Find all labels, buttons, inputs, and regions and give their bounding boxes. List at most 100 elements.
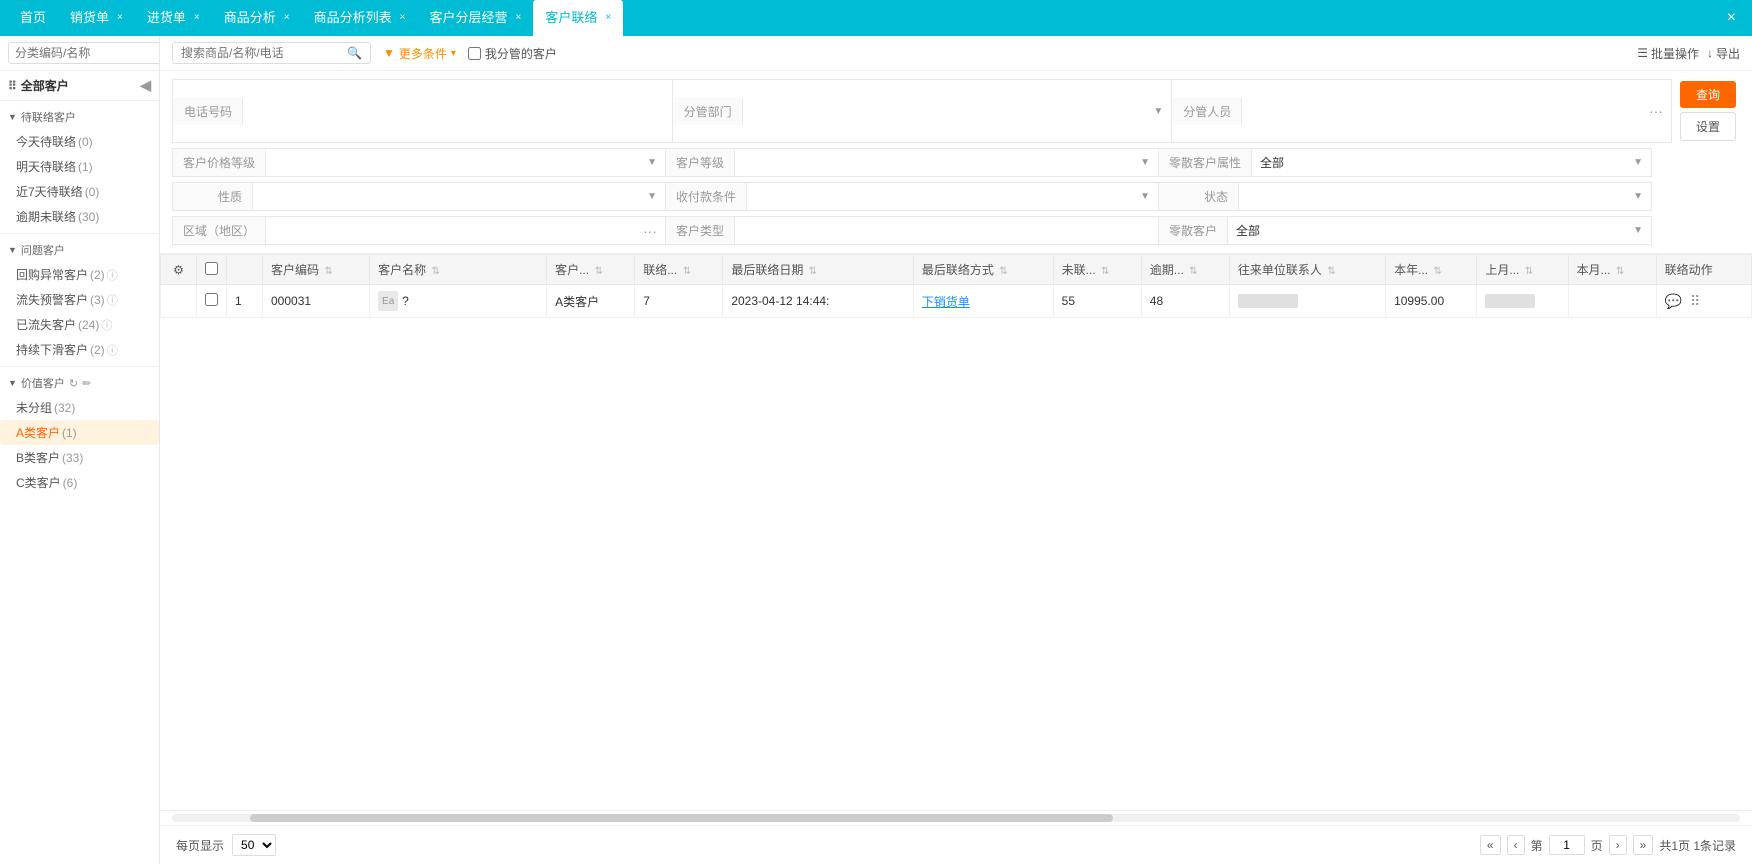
close-analysis-tab[interactable]: × [284,0,290,36]
filter-label-status: 状态 [1159,183,1239,210]
filter-phone-input[interactable] [243,99,672,123]
filter-label-grade: 客户等级 [666,149,735,176]
batch-op-button[interactable]: ☰ 批量操作 [1637,45,1699,62]
nav-tab-sales[interactable]: 销货单 × [58,0,135,36]
filter-region-dots[interactable]: ··· [635,218,665,244]
nav-tab-purchase[interactable]: 进货单 × [135,0,212,36]
sidebar-item-7days[interactable]: 近7天待联络 (0) [0,179,159,204]
sidebar-item-tomorrow[interactable]: 明天待联络 (1) [0,154,159,179]
toolbar: 🔍 ▼ 更多条件 ▾ 我分管的客户 ☰ 批量操作 ↓ 导出 [160,36,1752,71]
sidebar-item-declining[interactable]: 持续下滑客户 (2) ⓘ [0,337,159,362]
customer-name-text[interactable]: ? [402,294,409,308]
filter-price-grade-select[interactable]: ▼ [266,152,665,173]
sort-icon-type: ⇅ [594,266,602,277]
search-input[interactable] [181,46,341,60]
edit-icon[interactable]: ✏ [82,377,91,390]
nav-tab-analysis-list[interactable]: 商品分析列表 × [302,0,418,36]
info-icon-1[interactable]: ⓘ [107,267,118,283]
settings-button[interactable]: 设置 [1680,112,1736,141]
close-analysis-list-tab[interactable]: × [400,0,406,36]
filter-dept-select[interactable]: ▼ [743,101,1172,122]
export-button[interactable]: ↓ 导出 [1707,45,1740,62]
th-name[interactable]: 客户名称 ⇅ [370,255,547,285]
th-last-contact-method[interactable]: 最后联络方式 ⇅ [913,255,1053,285]
nav-tab-customer-management[interactable]: 客户分层经营 × [417,0,533,36]
table-row: 1 000031 Ea ? A类客户 7 2023-04-12 14:44: [161,285,1752,318]
table-footer: 每页显示 50 « ‹ 第 页 › » 共1页 1条记录 [160,825,1752,864]
qr-icon[interactable]: ⠿ [1690,293,1700,310]
filter-manager-dots[interactable]: ··· [1641,98,1671,124]
my-customers-checkbox[interactable] [468,47,481,60]
sort-icon-code: ⇅ [324,266,332,277]
sidebar-item-class-b[interactable]: B类客户 (33) [0,445,159,470]
close-customer-mgmt-tab[interactable]: × [515,0,521,36]
query-button[interactable]: 查询 [1680,81,1736,108]
per-page-select[interactable]: 50 [232,834,276,856]
sidebar-item-unsorted[interactable]: 未分组 (32) [0,395,159,420]
filter-more-btn[interactable]: ▼ 更多条件 ▾ [383,45,456,62]
group-title-value: 价值客户 [21,375,65,391]
th-contact[interactable]: 联络... ⇅ [635,255,723,285]
refresh-icon[interactable]: ↻ [69,377,78,390]
sort-icon-this-month: ⇅ [1616,266,1624,277]
close-sales-tab[interactable]: × [117,0,123,36]
filter-scattered-select[interactable]: 全部 ▼ [1228,217,1651,244]
filter-grade-select[interactable]: ▼ [735,152,1158,173]
next-page-btn[interactable]: › [1609,835,1627,855]
export-icon: ↓ [1707,46,1713,60]
status-arrow-icon: ▼ [1633,191,1643,202]
page-input[interactable] [1549,835,1585,855]
th-unit-contact[interactable]: 往来单位联系人 ⇅ [1229,255,1385,285]
th-this-year[interactable]: 本年... ⇅ [1386,255,1477,285]
page-controls: « ‹ 第 页 › » 共1页 1条记录 [1480,835,1736,855]
filter-label-manager: 分管人员 [1172,98,1242,125]
all-customers-label[interactable]: 全部客户 [21,77,69,94]
sidebar-search-input[interactable] [8,42,160,64]
td-overdue: 48 [1141,285,1229,318]
th-overdue[interactable]: 逾期... ⇅ [1141,255,1229,285]
nav-tab-customer-contact[interactable]: 客户联络 × [533,0,623,36]
filter-status-select[interactable]: ▼ [1239,186,1651,207]
sidebar-item-class-a[interactable]: A类客户 (1) [0,420,159,445]
close-customer-contact-tab[interactable]: × [605,0,611,36]
close-all-button[interactable]: × [1719,9,1744,27]
filter-scattered-attr-select[interactable]: 全部 ▼ [1252,149,1651,176]
th-code[interactable]: 客户编码 ⇅ [263,255,370,285]
main-layout: 🔍 ⠿ 全部客户 ◀ ▼ 待联络客户 今天待联络 (0) 明天待联络 (1) 近… [0,36,1752,864]
sidebar-item-today[interactable]: 今天待联络 (0) [0,129,159,154]
sidebar-item-overdue[interactable]: 逾期未联络 (30) [0,204,159,229]
contact-method-link[interactable]: 下销货单 [922,295,970,309]
filter-type-input[interactable] [735,219,1158,243]
info-icon-4[interactable]: ⓘ [107,342,118,358]
filter-nature-select[interactable]: ▼ [253,186,665,207]
horizontal-scrollbar[interactable] [160,810,1752,825]
th-settings[interactable]: ⚙ [161,255,197,285]
page-label: 第 [1531,837,1543,854]
row-checkbox[interactable] [205,293,218,306]
sidebar-collapse-icon[interactable]: ◀ [140,77,151,94]
th-not-contacted[interactable]: 未联... ⇅ [1053,255,1141,285]
th-last-month[interactable]: 上月... ⇅ [1477,255,1568,285]
last-page-btn[interactable]: » [1633,835,1654,855]
select-all-checkbox[interactable] [205,262,218,275]
sidebar-item-lost[interactable]: 已流失客户 (24) ⓘ [0,312,159,337]
nav-tab-analysis[interactable]: 商品分析 × [212,0,302,36]
td-contact-count: 7 [635,285,723,318]
th-this-month[interactable]: 本月... ⇅ [1568,255,1656,285]
sidebar-item-loss-warning[interactable]: 流失预警客户 (3) ⓘ [0,287,159,312]
filter-icon: ▼ [383,46,395,60]
th-last-contact-date[interactable]: 最后联络日期 ⇅ [723,255,914,285]
info-icon-3[interactable]: ⓘ [101,317,112,333]
info-icon-2[interactable]: ⓘ [107,292,118,308]
sidebar-item-class-c[interactable]: C类客户 (6) [0,470,159,495]
th-type[interactable]: 客户... ⇅ [547,255,635,285]
first-page-btn[interactable]: « [1480,835,1501,855]
sidebar-item-abnormal[interactable]: 回购异常客户 (2) ⓘ [0,262,159,287]
nav-home[interactable]: 首页 [8,0,58,36]
search-icon[interactable]: 🔍 [347,46,362,60]
message-icon[interactable]: 💬 [1665,293,1682,310]
td-empty [161,285,197,318]
close-purchase-tab[interactable]: × [194,0,200,36]
filter-payment-select[interactable]: ▼ [747,186,1158,207]
prev-page-btn[interactable]: ‹ [1507,835,1525,855]
